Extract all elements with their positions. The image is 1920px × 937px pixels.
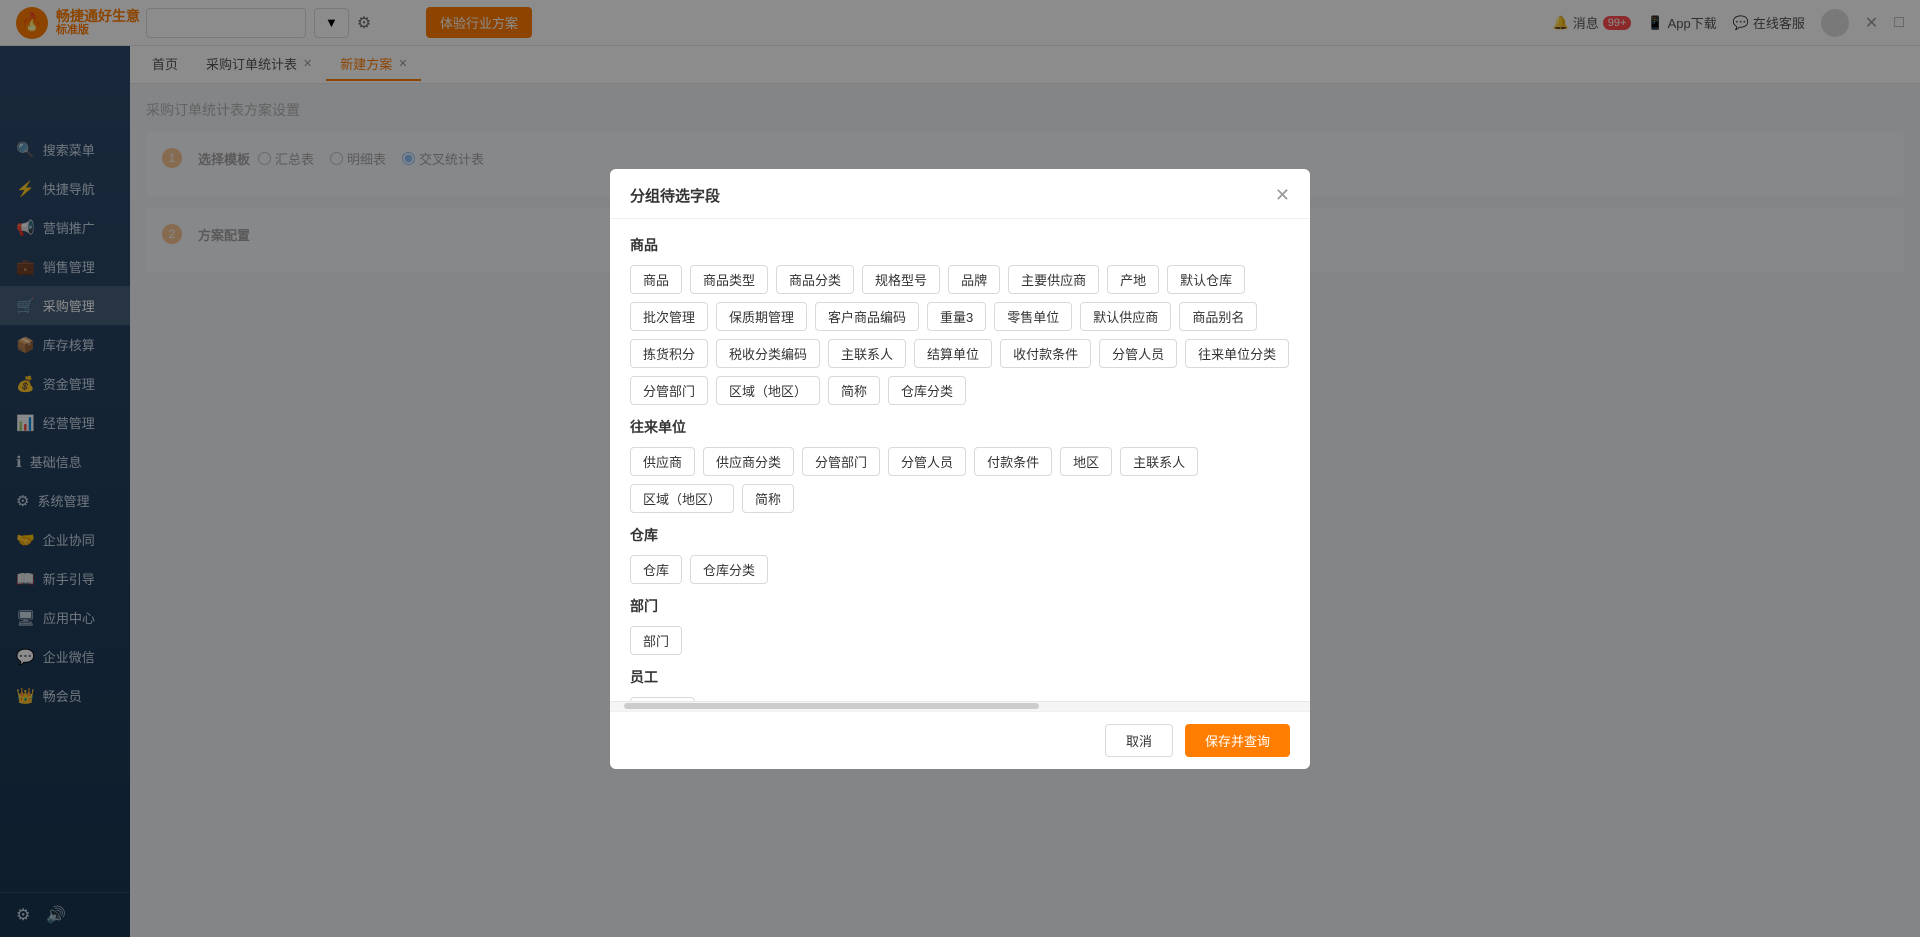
tag-warehouse-cat[interactable]: 仓库分类 bbox=[888, 376, 966, 405]
confirm-button[interactable]: 保存并查询 bbox=[1185, 724, 1290, 757]
tag-party-manager[interactable]: 分管人员 bbox=[888, 447, 966, 476]
tags-grid-goods: 商品 商品类型 商品分类 规格型号 品牌 主要供应商 产地 默认仓库 批次管理 … bbox=[630, 265, 1290, 405]
tag-main-supplier[interactable]: 主要供应商 bbox=[1008, 265, 1099, 294]
tag-party-contact[interactable]: 主联系人 bbox=[1120, 447, 1198, 476]
tag-manager[interactable]: 分管人员 bbox=[1099, 339, 1177, 368]
tag-payment-terms[interactable]: 收付款条件 bbox=[1000, 339, 1091, 368]
tag-party-region[interactable]: 区域（地区） bbox=[630, 484, 734, 513]
tag-area[interactable]: 地区 bbox=[1060, 447, 1112, 476]
tag-region[interactable]: 区域（地区） bbox=[716, 376, 820, 405]
dialog: 分组待选字段 ✕ 商品 商品 商品类型 商品分类 规格型号 品牌 主要供应商 产… bbox=[610, 169, 1310, 769]
tag-pick-score[interactable]: 拣货积分 bbox=[630, 339, 708, 368]
tag-shelf-life[interactable]: 保质期管理 bbox=[716, 302, 807, 331]
tag-retail-unit[interactable]: 零售单位 bbox=[994, 302, 1072, 331]
section-title-goods: 商品 bbox=[630, 235, 1290, 255]
tag-pay-terms[interactable]: 付款条件 bbox=[974, 447, 1052, 476]
dialog-body[interactable]: 商品 商品 商品类型 商品分类 规格型号 品牌 主要供应商 产地 默认仓库 批次… bbox=[610, 219, 1310, 702]
tag-short-name[interactable]: 简称 bbox=[828, 376, 880, 405]
tag-spec-model[interactable]: 规格型号 bbox=[862, 265, 940, 294]
tag-dept[interactable]: 分管部门 bbox=[630, 376, 708, 405]
tag-customer-code[interactable]: 客户商品编码 bbox=[815, 302, 919, 331]
tag-main-contact[interactable]: 主联系人 bbox=[828, 339, 906, 368]
cancel-button[interactable]: 取消 bbox=[1105, 724, 1173, 757]
tag-brand[interactable]: 品牌 bbox=[948, 265, 1000, 294]
tag-wh-cat[interactable]: 仓库分类 bbox=[690, 555, 768, 584]
tag-tax-code[interactable]: 税收分类编码 bbox=[716, 339, 820, 368]
section-title-warehouse: 仓库 bbox=[630, 525, 1290, 545]
tag-default-supplier[interactable]: 默认供应商 bbox=[1080, 302, 1171, 331]
overlay: 分组待选字段 ✕ 商品 商品 商品类型 商品分类 规格型号 品牌 主要供应商 产… bbox=[0, 0, 1920, 937]
tag-weight3[interactable]: 重量3 bbox=[927, 302, 986, 331]
tag-goods-alias[interactable]: 商品别名 bbox=[1179, 302, 1257, 331]
tag-wh[interactable]: 仓库 bbox=[630, 555, 682, 584]
dialog-title: 分组待选字段 bbox=[630, 185, 720, 206]
section-title-dept: 部门 bbox=[630, 596, 1290, 616]
section-title-employee: 员工 bbox=[630, 667, 1290, 687]
tags-grid-warehouse: 仓库 仓库分类 bbox=[630, 555, 1290, 584]
dialog-close-button[interactable]: ✕ bbox=[1275, 186, 1290, 204]
tag-origin[interactable]: 产地 bbox=[1107, 265, 1159, 294]
tags-grid-party: 供应商 供应商分类 分管部门 分管人员 付款条件 地区 主联系人 区域（地区） … bbox=[630, 447, 1290, 513]
tag-default-warehouse[interactable]: 默认仓库 bbox=[1167, 265, 1245, 294]
tag-goods-category[interactable]: 商品分类 bbox=[776, 265, 854, 294]
tag-batch-mgmt[interactable]: 批次管理 bbox=[630, 302, 708, 331]
tag-goods[interactable]: 商品 bbox=[630, 265, 682, 294]
tag-party-category[interactable]: 往来单位分类 bbox=[1185, 339, 1289, 368]
tag-party-dept[interactable]: 分管部门 bbox=[802, 447, 880, 476]
dialog-hscroll[interactable] bbox=[610, 701, 1310, 710]
tag-supplier[interactable]: 供应商 bbox=[630, 447, 695, 476]
tag-supplier-cat[interactable]: 供应商分类 bbox=[703, 447, 794, 476]
tag-settlement-unit[interactable]: 结算单位 bbox=[914, 339, 992, 368]
tags-grid-dept: 部门 bbox=[630, 626, 1290, 655]
tag-goods-type[interactable]: 商品类型 bbox=[690, 265, 768, 294]
section-title-party: 往来单位 bbox=[630, 417, 1290, 437]
tag-dept-item[interactable]: 部门 bbox=[630, 626, 682, 655]
dialog-footer: 取消 保存并查询 bbox=[610, 711, 1310, 769]
tag-party-shortname[interactable]: 简称 bbox=[742, 484, 794, 513]
dialog-header: 分组待选字段 ✕ bbox=[610, 169, 1310, 219]
